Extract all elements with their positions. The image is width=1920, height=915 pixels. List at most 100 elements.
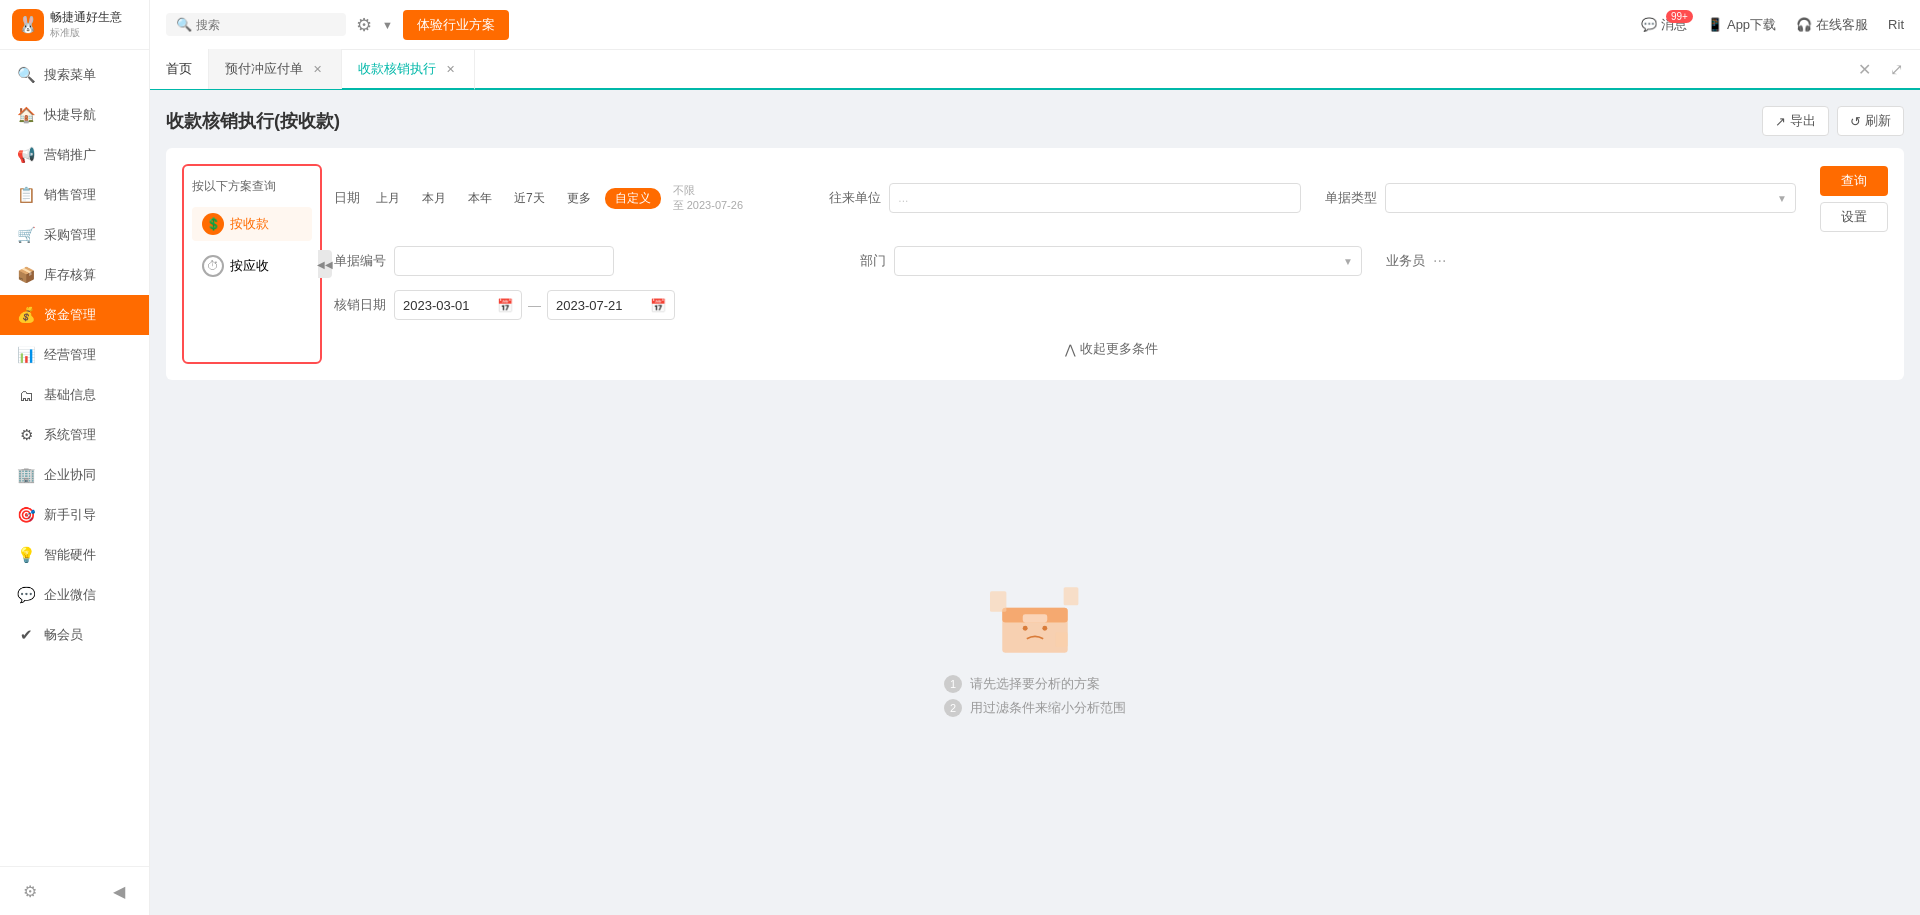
- sidebar-item-enterprise[interactable]: 🏢 企业协同: [0, 455, 149, 495]
- tab-home[interactable]: 首页: [150, 49, 209, 89]
- receivable-icon: ⏱: [202, 255, 224, 277]
- date-to-text: 至 2023-07-26: [673, 198, 743, 213]
- btn-custom-date[interactable]: 自定义: [605, 188, 661, 209]
- btn-this-year[interactable]: 本年: [460, 188, 500, 209]
- collapse-icon: ⋀: [1065, 342, 1076, 357]
- tab-close-prepay[interactable]: ✕: [309, 61, 325, 77]
- sidebar-item-marketing[interactable]: 📢 营销推广: [0, 135, 149, 175]
- filter-option-by-receivable[interactable]: ⏱ 按应收: [192, 249, 312, 283]
- logo-text: 畅捷通好生意 标准版: [50, 10, 122, 39]
- sidebar-item-business[interactable]: 📊 经营管理: [0, 335, 149, 375]
- date-unlimited-text: 不限: [673, 183, 743, 198]
- search-box[interactable]: 🔍: [166, 13, 346, 36]
- salesperson-dots-icon[interactable]: ···: [1433, 252, 1446, 270]
- dropdown-arrow-icon[interactable]: ▼: [382, 19, 393, 31]
- query-button[interactable]: 查询: [1820, 166, 1888, 196]
- service-icon: 🎧: [1796, 17, 1812, 32]
- sidebar-item-search-menu[interactable]: 🔍 搜索菜单: [0, 55, 149, 95]
- maximize-tab-btn[interactable]: ⤢: [1882, 55, 1910, 83]
- btn-last-month[interactable]: 上月: [368, 188, 408, 209]
- app-download-btn[interactable]: 📱 App下载: [1707, 16, 1776, 34]
- sidebar-item-inventory[interactable]: 📦 库存核算: [0, 255, 149, 295]
- sidebar-item-sales[interactable]: 📋 销售管理: [0, 175, 149, 215]
- settings-button[interactable]: 设置: [1820, 202, 1888, 232]
- dept-label: 部门: [860, 252, 886, 270]
- export-button[interactable]: ↗ 导出: [1762, 106, 1829, 136]
- topbar-right: 💬 消息 99+ 📱 App下载 🎧 在线客服 Rit: [1641, 16, 1904, 34]
- btn-last-7-days[interactable]: 近7天: [506, 188, 553, 209]
- date-field: 日期 上月 本月 本年 近7天 更多 自定义 不限 至 2023-07-26: [334, 183, 805, 213]
- btn-more-dates[interactable]: 更多: [559, 188, 599, 209]
- sidebar-item-guide[interactable]: 🎯 新手引导: [0, 495, 149, 535]
- message-btn[interactable]: 💬 消息 99+: [1641, 16, 1687, 34]
- filter-option-by-receipt[interactable]: 💲 按收款: [192, 207, 312, 241]
- sidebar-item-wechat[interactable]: 💬 企业微信: [0, 575, 149, 615]
- phone-icon: 📱: [1707, 17, 1723, 32]
- chevron-down-icon: ▼: [1777, 193, 1787, 204]
- collapse-sidebar-icon[interactable]: ◀: [105, 877, 133, 905]
- sidebar-item-quick-nav[interactable]: 🏠 快捷导航: [0, 95, 149, 135]
- btn-this-month[interactable]: 本月: [414, 188, 454, 209]
- verify-date-end-input[interactable]: [556, 298, 646, 313]
- online-service-btn[interactable]: 🎧 在线客服: [1796, 16, 1868, 34]
- industry-btn[interactable]: 体验行业方案: [403, 10, 509, 40]
- search-icon: 🔍: [16, 65, 36, 85]
- page-title: 收款核销执行(按收款): [166, 109, 340, 133]
- collapse-filter-btn[interactable]: ◀◀: [318, 250, 332, 278]
- doc-no-field: 单据编号: [334, 246, 836, 276]
- sidebar-item-finance[interactable]: 💰 资金管理: [0, 295, 149, 335]
- verify-date-end[interactable]: 📅: [547, 290, 675, 320]
- business-icon: 📊: [16, 345, 36, 365]
- filter-row-1: 日期 上月 本月 本年 近7天 更多 自定义 不限 至 2023-07-26: [334, 164, 1888, 232]
- sales-icon: 📋: [16, 185, 36, 205]
- date-range-separator: —: [528, 298, 541, 313]
- sidebar-item-member[interactable]: ✔ 畅会员: [0, 615, 149, 655]
- empty-state: 1 请先选择要分析的方案 2 用过滤条件来缩小分析范围: [166, 392, 1904, 899]
- tab-receipt-verify[interactable]: 收款核销执行 ✕: [342, 50, 475, 90]
- verify-date-start[interactable]: 📅: [394, 290, 522, 320]
- filter-fields: 日期 上月 本月 本年 近7天 更多 自定义 不限 至 2023-07-26: [334, 164, 1888, 364]
- doc-no-input[interactable]: [394, 246, 614, 276]
- refresh-button[interactable]: ↺ 刷新: [1837, 106, 1904, 136]
- query-buttons: 查询 设置: [1820, 164, 1888, 232]
- dept-field: 部门 ▼: [860, 246, 1362, 276]
- finance-icon: 💰: [16, 305, 36, 325]
- enterprise-icon: 🏢: [16, 465, 36, 485]
- search-input[interactable]: [196, 18, 326, 32]
- verify-date-start-input[interactable]: [403, 298, 493, 313]
- empty-tip-1: 1 请先选择要分析的方案: [944, 675, 1126, 693]
- svg-rect-7: [1055, 632, 1067, 647]
- sidebar-item-purchase[interactable]: 🛒 采购管理: [0, 215, 149, 255]
- verify-date-label: 核销日期: [334, 296, 386, 314]
- topbar-left: 🔍 ⚙ ▼ 体验行业方案: [166, 10, 509, 40]
- page-header: 收款核销执行(按收款) ↗ 导出 ↺ 刷新: [166, 106, 1904, 136]
- sidebar-item-smart-hw[interactable]: 💡 智能硬件: [0, 535, 149, 575]
- wechat-icon: 💬: [16, 585, 36, 605]
- calendar-end-icon: 📅: [650, 298, 666, 313]
- verify-date-field: 核销日期 📅 — 📅: [334, 290, 1888, 320]
- guide-icon: 🎯: [16, 505, 36, 525]
- sidebar-footer: ⚙ ◀: [0, 866, 149, 915]
- dept-select[interactable]: ▼: [894, 246, 1362, 276]
- gear-icon[interactable]: ⚙: [356, 14, 372, 36]
- search-icon: 🔍: [176, 17, 192, 32]
- sidebar-item-system[interactable]: ⚙ 系统管理: [0, 415, 149, 455]
- close-tab-btn[interactable]: ✕: [1850, 55, 1878, 83]
- purchase-icon: 🛒: [16, 225, 36, 245]
- filter-row-2: 单据编号 部门 ▼ 业务员 ···: [334, 246, 1888, 276]
- page-actions: ↗ 导出 ↺ 刷新: [1762, 106, 1904, 136]
- sidebar-item-basic-info[interactable]: 🗂 基础信息: [0, 375, 149, 415]
- tab-prepay[interactable]: 预付冲应付单 ✕: [209, 49, 342, 89]
- salesperson-label: 业务员: [1386, 252, 1425, 270]
- message-badge: 99+: [1666, 10, 1693, 23]
- counterpart-select[interactable]: ...: [889, 183, 1300, 213]
- doc-type-select[interactable]: ▼: [1385, 183, 1796, 213]
- user-avatar[interactable]: Rit: [1888, 17, 1904, 32]
- settings-footer-icon[interactable]: ⚙: [16, 877, 44, 905]
- svg-rect-5: [990, 591, 1006, 611]
- empty-tip-2: 2 用过滤条件来缩小分析范围: [944, 699, 1126, 717]
- topbar: 🔍 ⚙ ▼ 体验行业方案 💬 消息 99+ 📱 App下载 🎧 在线客服 Ri: [150, 0, 1920, 50]
- logo-icon: 🐰: [12, 9, 44, 41]
- tab-close-receipt-verify[interactable]: ✕: [442, 61, 458, 77]
- collapse-more-btn[interactable]: ⋀ 收起更多条件: [334, 334, 1888, 364]
